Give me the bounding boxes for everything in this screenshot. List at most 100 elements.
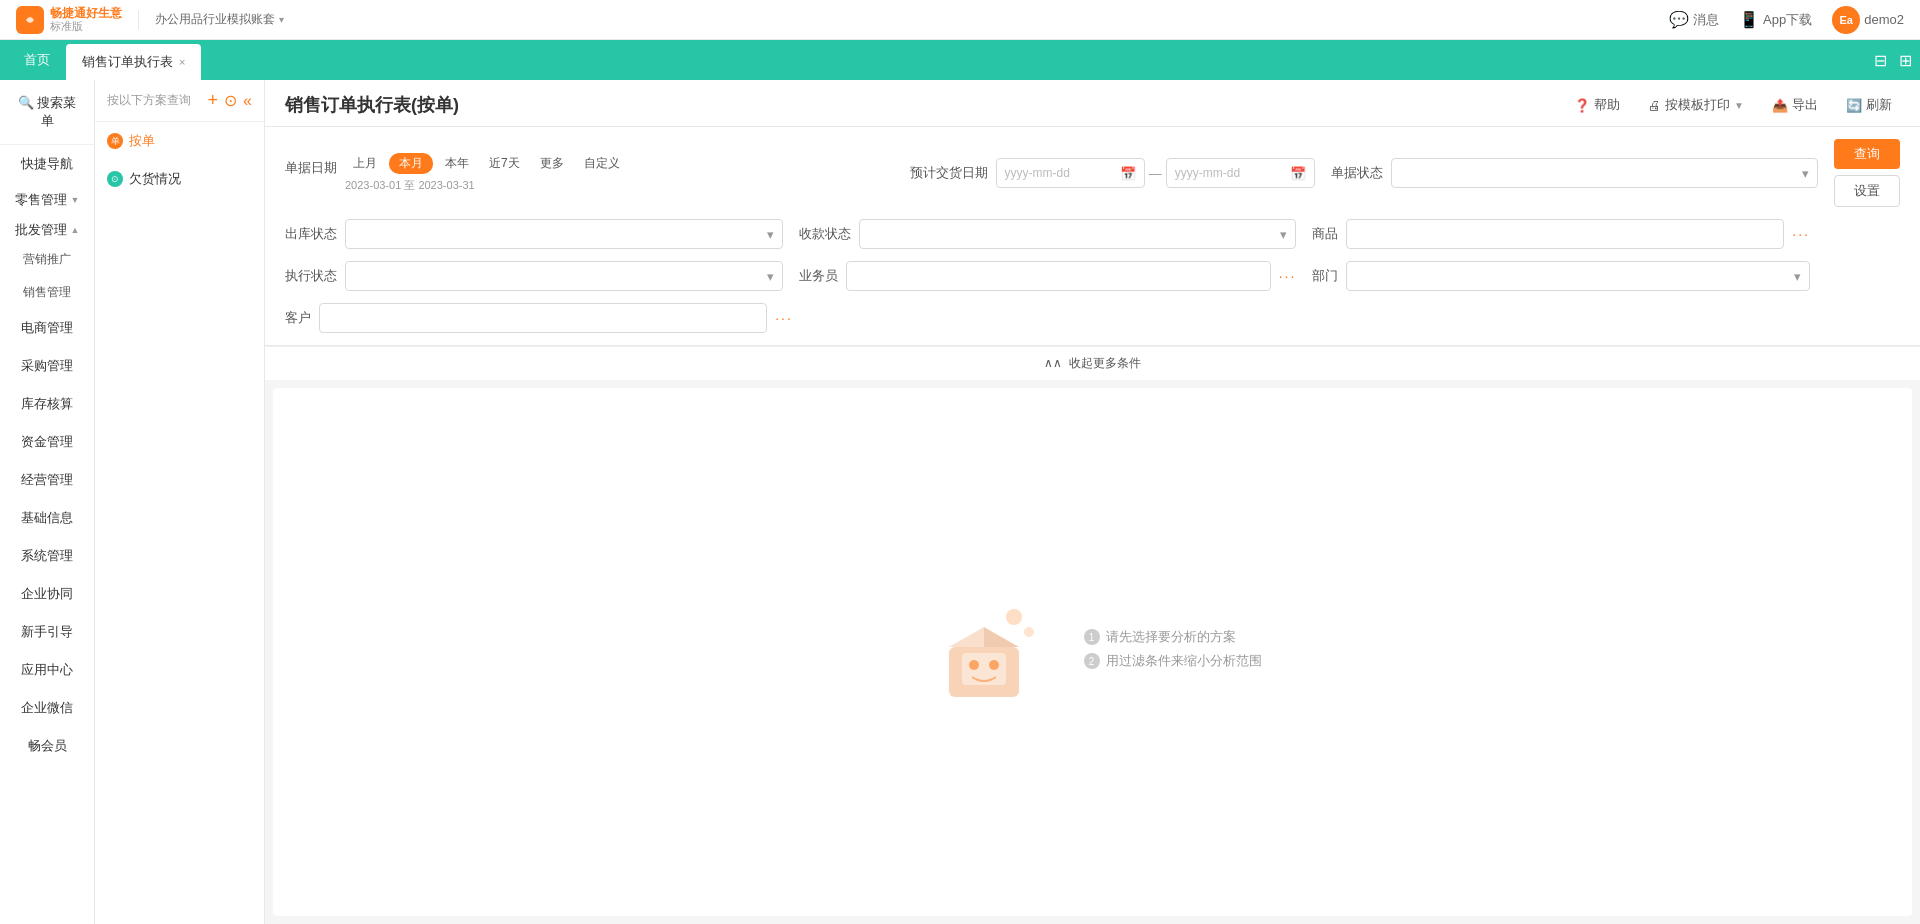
sidebar-item-app-center[interactable]: 应用中心 bbox=[0, 651, 94, 689]
header-right: 💬 消息 📱 App下载 Ea demo2 bbox=[1669, 6, 1904, 34]
left-panel-by-order-label: 按单 bbox=[129, 132, 155, 150]
empty-state: 1 请先选择要分析的方案 2 用过滤条件来缩小分析范围 bbox=[273, 388, 1912, 916]
refresh-button[interactable]: 🔄 刷新 bbox=[1838, 92, 1900, 118]
sidebar-item-wechat[interactable]: 企业微信 bbox=[0, 689, 94, 727]
sidebar-vip-label: 畅会员 bbox=[28, 737, 67, 755]
filter-product-label: 商品 bbox=[1312, 225, 1338, 243]
sidebar-item-basics[interactable]: 基础信息 bbox=[0, 499, 94, 537]
date-btn-more[interactable]: 更多 bbox=[532, 153, 572, 174]
print-button[interactable]: 🖨 按模板打印 ▼ bbox=[1640, 92, 1752, 118]
filter-warehouse-status: 出库状态 ▾ bbox=[285, 219, 783, 249]
svg-point-6 bbox=[989, 660, 999, 670]
filter-warehouse-select[interactable]: ▾ bbox=[345, 219, 783, 249]
filter-expected-date-label: 预计交货日期 bbox=[910, 164, 988, 182]
filter-date-label: 单据日期 bbox=[285, 159, 337, 177]
sidebar-retail-arrow-icon: ▼ bbox=[71, 195, 80, 205]
settings-button[interactable]: 设置 bbox=[1834, 175, 1900, 207]
left-panel-settings-icon[interactable]: ⊙ bbox=[224, 91, 237, 110]
doc-status-dropdown-icon: ▾ bbox=[1802, 166, 1809, 181]
sidebar-basics-label: 基础信息 bbox=[21, 509, 73, 527]
sidebar-item-operations[interactable]: 经营管理 bbox=[0, 461, 94, 499]
date-btn-this-year[interactable]: 本年 bbox=[437, 153, 477, 174]
date-btn-last-7-days[interactable]: 近7天 bbox=[481, 153, 528, 174]
filter-department-label: 部门 bbox=[1312, 267, 1338, 285]
tab-home-label: 首页 bbox=[24, 51, 50, 69]
right-panel: 销售订单执行表(按单) ❓ 帮助 🖨 按模板打印 ▼ 📤 bbox=[265, 80, 1920, 924]
customer-more-icon[interactable]: ··· bbox=[775, 310, 793, 326]
sidebar-item-marketing[interactable]: 营销推广 bbox=[0, 243, 94, 276]
left-panel-shortage-icon: ⊙ bbox=[107, 171, 123, 187]
tab-maximize-icon[interactable]: ⊞ bbox=[1899, 51, 1912, 70]
filter-row-2: 出库状态 ▾ 收款状态 ▾ bbox=[285, 219, 1900, 249]
filter-payment-select[interactable]: ▾ bbox=[859, 219, 1297, 249]
sidebar-retail-label: 零售管理 bbox=[15, 191, 67, 209]
left-panel-collapse-icon[interactable]: « bbox=[243, 92, 252, 110]
refresh-label: 刷新 bbox=[1866, 96, 1892, 114]
sidebar-item-newbie[interactable]: 新手引导 bbox=[0, 613, 94, 651]
sidebar-item-vip[interactable]: 畅会员 bbox=[0, 727, 94, 765]
query-button[interactable]: 查询 bbox=[1834, 139, 1900, 169]
company-selector[interactable]: 办公用品行业模拟账套 ▾ bbox=[155, 11, 284, 28]
tab-home[interactable]: 首页 bbox=[8, 40, 66, 80]
settings-label: 设置 bbox=[1854, 183, 1880, 198]
filter-salesperson-input[interactable] bbox=[846, 261, 1271, 291]
left-panel-item-shortage[interactable]: ⊙ 欠货情况 bbox=[95, 160, 264, 198]
left-panel-add-icon[interactable]: + bbox=[208, 90, 219, 111]
sidebar-item-wholesale[interactable]: 批发管理 ▲ bbox=[0, 213, 94, 243]
sidebar-nav-label: 快捷导航 bbox=[21, 155, 73, 173]
tab-sales-order[interactable]: 销售订单执行表 × bbox=[66, 44, 201, 80]
filter-date-range-text: 2023-03-01 至 2023-03-31 bbox=[345, 178, 894, 193]
filter-department-select[interactable]: ▾ bbox=[1346, 261, 1810, 291]
sidebar-item-sales[interactable]: 销售管理 bbox=[0, 276, 94, 309]
empty-state-content: 1 请先选择要分析的方案 2 用过滤条件来缩小分析范围 bbox=[924, 597, 1262, 707]
filter-customer: 客户 ··· bbox=[285, 303, 793, 333]
message-button[interactable]: 💬 消息 bbox=[1669, 10, 1719, 29]
user-profile[interactable]: Ea demo2 bbox=[1832, 6, 1904, 34]
left-panel-by-order-icon: 单 bbox=[107, 133, 123, 149]
tab-minimize-icon[interactable]: ⊟ bbox=[1874, 51, 1887, 70]
date-btn-this-month[interactable]: 本月 bbox=[389, 153, 433, 174]
date-btn-custom[interactable]: 自定义 bbox=[576, 153, 628, 174]
date-btn-last-month[interactable]: 上月 bbox=[345, 153, 385, 174]
filter-row-1: 单据日期 上月 本月 本年 近7天 更多 自定义 20 bbox=[285, 139, 1900, 207]
left-panel-item-by-order[interactable]: 单 按单 bbox=[95, 122, 264, 160]
product-more-icon[interactable]: ··· bbox=[1792, 226, 1810, 242]
company-arrow-icon: ▾ bbox=[279, 14, 284, 25]
filter-doc-status-select[interactable]: ▾ bbox=[1391, 158, 1818, 188]
sidebar-item-enterprise[interactable]: 企业协同 bbox=[0, 575, 94, 613]
app-download-button[interactable]: 📱 App下载 bbox=[1739, 10, 1812, 29]
filter-warehouse-label: 出库状态 bbox=[285, 225, 337, 243]
export-label: 导出 bbox=[1792, 96, 1818, 114]
expected-date-start[interactable]: yyyy-mm-dd 📅 bbox=[996, 158, 1145, 188]
empty-hint-1-text: 请先选择要分析的方案 bbox=[1106, 628, 1236, 646]
sidebar-enterprise-label: 企业协同 bbox=[21, 585, 73, 603]
help-label: 帮助 bbox=[1594, 96, 1620, 114]
search-menu-button[interactable]: 🔍 搜索菜单 bbox=[8, 88, 86, 136]
filter-doc-status-label: 单据状态 bbox=[1331, 164, 1383, 182]
sidebar-item-finance[interactable]: 资金管理 bbox=[0, 423, 94, 461]
company-name: 办公用品行业模拟账套 bbox=[155, 11, 275, 28]
filter-customer-input[interactable] bbox=[319, 303, 767, 333]
sidebar-item-system[interactable]: 系统管理 bbox=[0, 537, 94, 575]
page-header: 销售订单执行表(按单) ❓ 帮助 🖨 按模板打印 ▼ 📤 bbox=[265, 80, 1920, 127]
help-button[interactable]: ❓ 帮助 bbox=[1566, 92, 1628, 118]
filter-product-input[interactable] bbox=[1346, 219, 1784, 249]
filter-expected-date: 预计交货日期 yyyy-mm-dd 📅 — yyyy-mm-dd 📅 bbox=[910, 158, 1316, 188]
expected-date-end[interactable]: yyyy-mm-dd 📅 bbox=[1166, 158, 1315, 188]
sidebar-item-retail[interactable]: 零售管理 ▼ bbox=[0, 183, 94, 213]
sidebar-item-quick-nav[interactable]: 快捷导航 bbox=[0, 145, 94, 183]
filter-doc-status: 单据状态 ▾ bbox=[1331, 158, 1818, 188]
left-panel-title: 按以下方案查询 bbox=[107, 92, 191, 109]
sidebar-item-inventory[interactable]: 库存核算 bbox=[0, 385, 94, 423]
collapse-bar[interactable]: ∧∧ 收起更多条件 bbox=[265, 346, 1920, 380]
sidebar-item-purchase[interactable]: 采购管理 bbox=[0, 347, 94, 385]
sidebar: 🔍 搜索菜单 快捷导航 零售管理 ▼ 批发管理 ▲ 营销推广 销售管理 电商管理… bbox=[0, 80, 95, 924]
sidebar-item-ecommerce[interactable]: 电商管理 bbox=[0, 309, 94, 347]
collapse-chevron-icon: ∧∧ bbox=[1044, 356, 1062, 370]
divider bbox=[138, 10, 139, 30]
salesperson-more-icon[interactable]: ··· bbox=[1279, 268, 1297, 284]
export-button[interactable]: 📤 导出 bbox=[1764, 92, 1826, 118]
filter-execute-select[interactable]: ▾ bbox=[345, 261, 783, 291]
execute-dropdown-icon: ▾ bbox=[767, 269, 774, 284]
tab-close-icon[interactable]: × bbox=[179, 56, 185, 68]
